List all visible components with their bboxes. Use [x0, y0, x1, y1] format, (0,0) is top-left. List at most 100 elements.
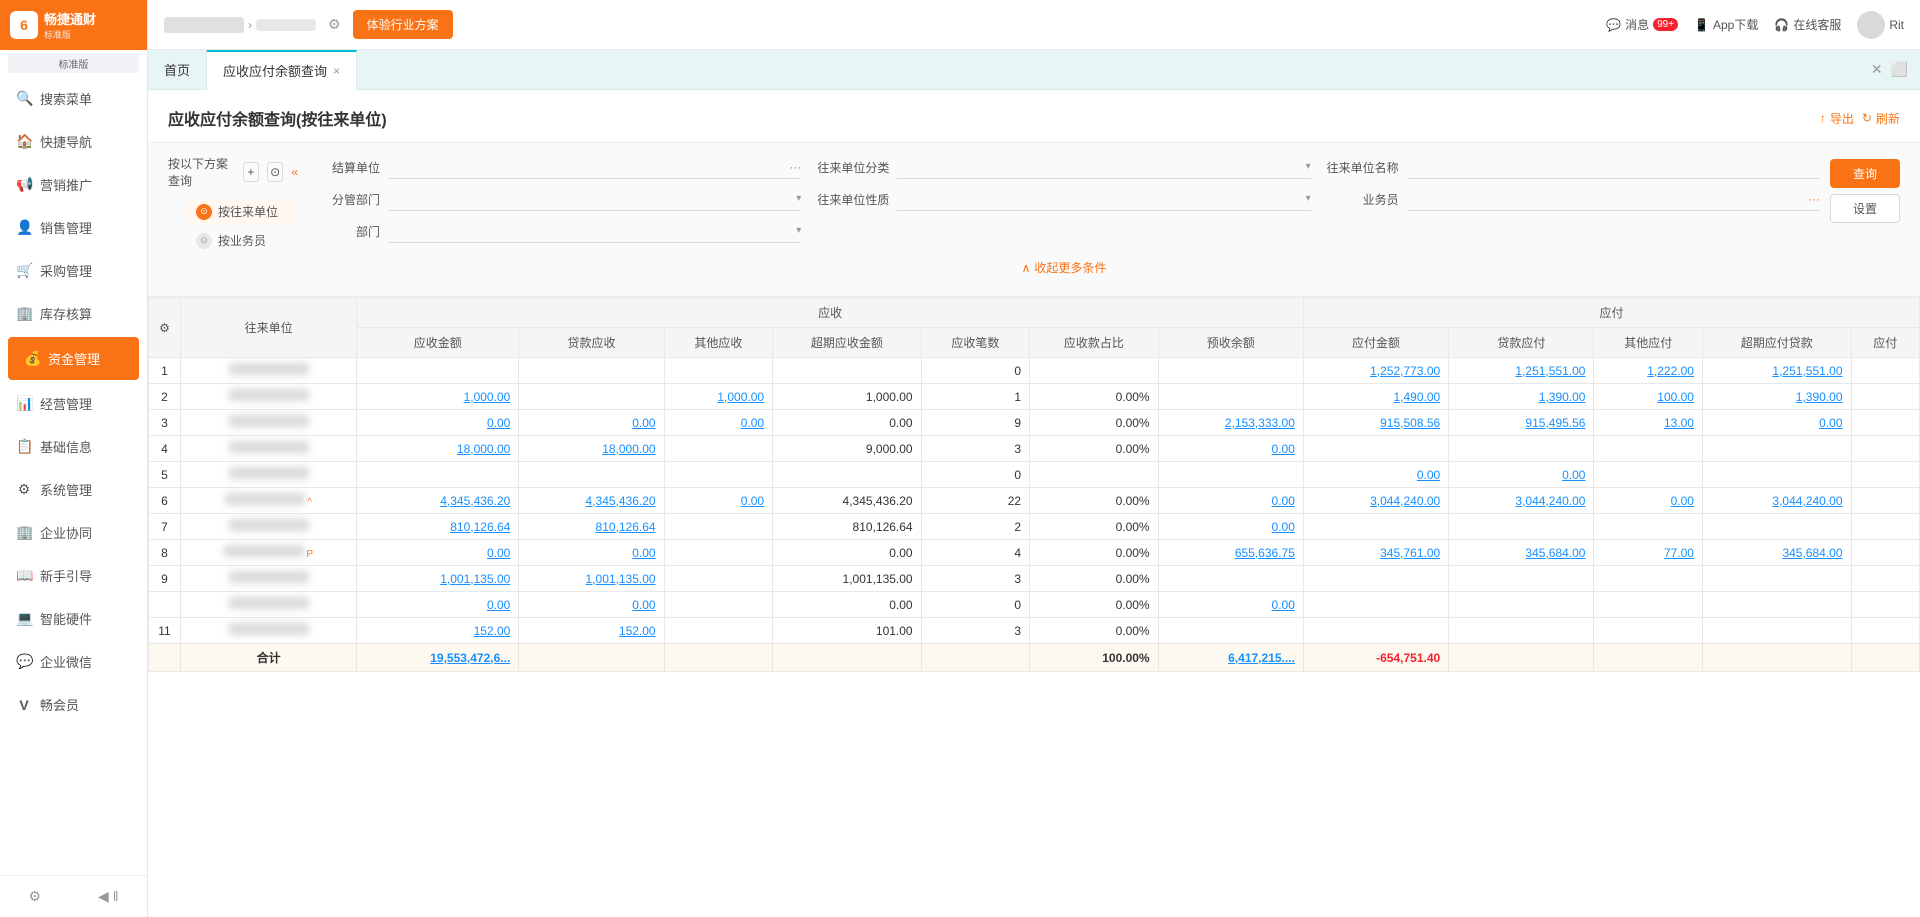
sidebar-item-finance[interactable]: 💰 资金管理 — [8, 337, 139, 380]
export-button[interactable]: ↑ 导出 — [1820, 110, 1854, 127]
sidebar-item-guide[interactable]: 📖 新手引导 — [0, 554, 147, 597]
sidebar-item-marketing[interactable]: 📢 营销推广 — [0, 163, 147, 206]
sidebar-item-system[interactable]: ⚙ 系统管理 — [0, 468, 147, 511]
row-other-rec[interactable]: 0.00 — [664, 488, 772, 514]
row-loan-pay[interactable]: 3,044,240.00 — [1449, 488, 1594, 514]
row-advance-bal[interactable]: 655,636.75 — [1158, 540, 1303, 566]
row-overdue-pay[interactable]: 345,684.00 — [1702, 540, 1851, 566]
row-pay-amount[interactable]: 915,508.56 — [1303, 410, 1448, 436]
row-other-rec — [664, 462, 772, 488]
row-other-rec[interactable]: 0.00 — [664, 410, 772, 436]
sidebar-item-quicknav[interactable]: 🏠 快捷导航 — [0, 120, 147, 163]
row-loan-rec[interactable]: 0.00 — [519, 410, 664, 436]
row-loan-rec[interactable]: 1,001,135.00 — [519, 566, 664, 592]
tab-home[interactable]: 首页 — [148, 50, 207, 90]
row-other-pay[interactable]: 77.00 — [1594, 540, 1702, 566]
messages-button[interactable]: 💬 消息 99+ — [1606, 16, 1678, 33]
row-other-pay[interactable]: 1,222.00 — [1594, 358, 1702, 384]
topbar: › ⚙ 体验行业方案 💬 消息 99+ 📱 App下载 🎧 在线客服 — [148, 0, 1920, 50]
row-loan-rec[interactable]: 152.00 — [519, 618, 664, 644]
sidebar-item-wechat[interactable]: 💬 企业微信 — [0, 640, 147, 683]
row-pay-amount[interactable]: 345,761.00 — [1303, 540, 1448, 566]
query-expand-button[interactable]: « — [291, 165, 298, 179]
sidebar-item-enterprise[interactable]: 🏢 企业协同 — [0, 511, 147, 554]
tab-maximize-icon[interactable]: ⬜ — [1891, 61, 1908, 78]
row-pay-amount[interactable]: 3,044,240.00 — [1303, 488, 1448, 514]
row-loan-rec[interactable]: 810,126.64 — [519, 514, 664, 540]
sidebar-item-operation[interactable]: 📊 经营管理 — [0, 382, 147, 425]
row-rec-amount[interactable]: 4,345,436.20 — [357, 488, 519, 514]
row-pay-amount[interactable]: 1,490.00 — [1303, 384, 1448, 410]
footer-rec-amount[interactable]: 19,553,472,6... — [357, 644, 519, 672]
row-overdue-pay[interactable]: 3,044,240.00 — [1702, 488, 1851, 514]
settlement-unit-dots[interactable]: ··· — [789, 160, 801, 174]
row-loan-pay[interactable]: 345,684.00 — [1449, 540, 1594, 566]
sidebar-item-member[interactable]: V 畅会员 — [0, 683, 147, 726]
partner-name-input[interactable] — [1407, 155, 1820, 179]
sidebar-item-sales[interactable]: 👤 销售管理 — [0, 206, 147, 249]
sidebar-settings-btn[interactable]: ⚙ — [20, 884, 49, 909]
row-advance-bal[interactable]: 2,153,333.00 — [1158, 410, 1303, 436]
row-advance-bal[interactable]: 0.00 — [1158, 436, 1303, 462]
query-view-button[interactable]: ⊙ — [267, 162, 283, 182]
row-overdue-pay[interactable]: 1,390.00 — [1702, 384, 1851, 410]
query-button[interactable]: 查询 — [1830, 159, 1900, 188]
sidebar-item-hardware[interactable]: 💻 智能硬件 — [0, 597, 147, 640]
partner-nature-input[interactable]: ▾ — [897, 187, 1310, 211]
row-advance-bal[interactable]: 0.00 — [1158, 514, 1303, 540]
query-nav-by-staff[interactable]: ⊙ 按业务员 — [188, 228, 298, 253]
row-rec-amount[interactable]: 0.00 — [357, 540, 519, 566]
dept-mgr-input[interactable]: ▾ — [388, 187, 801, 211]
tab-close-icon[interactable]: × — [333, 64, 340, 78]
row-other-rec[interactable]: 1,000.00 — [664, 384, 772, 410]
row-pay-amount[interactable]: 1,252,773.00 — [1303, 358, 1448, 384]
row-loan-rec[interactable]: 0.00 — [519, 540, 664, 566]
row-other-pay[interactable]: 13.00 — [1594, 410, 1702, 436]
row-loan-pay[interactable]: 915,495.56 — [1449, 410, 1594, 436]
row-loan-rec[interactable]: 18,000.00 — [519, 436, 664, 462]
th-settings[interactable]: ⚙ — [149, 298, 181, 358]
row-rec-amount[interactable]: 1,001,135.00 — [357, 566, 519, 592]
topbar-settings-icon[interactable]: ⚙ — [328, 16, 341, 33]
row-overdue-pay[interactable]: 1,251,551.00 — [1702, 358, 1851, 384]
dept-input[interactable]: ▾ — [388, 219, 801, 243]
query-add-button[interactable]: + — [243, 162, 259, 182]
refresh-button[interactable]: ↻ 刷新 — [1862, 110, 1900, 127]
sidebar-collapse-btn[interactable]: ◀ ‖ — [90, 884, 126, 909]
solution-button[interactable]: 体验行业方案 — [353, 10, 453, 39]
row-other-pay[interactable]: 0.00 — [1594, 488, 1702, 514]
row-rec-amount[interactable]: 0.00 — [357, 592, 519, 618]
sidebar-item-inventory[interactable]: 🏢 库存核算 — [0, 292, 147, 335]
partner-category-input[interactable]: ▾ — [897, 155, 1310, 179]
row-other-pay[interactable]: 100.00 — [1594, 384, 1702, 410]
query-nav-by-unit[interactable]: ⊙ 按往来单位 — [188, 199, 298, 224]
row-advance-bal[interactable]: 0.00 — [1158, 488, 1303, 514]
staff-dots[interactable]: ··· — [1808, 192, 1820, 206]
row-advance-bal[interactable]: 0.00 — [1158, 592, 1303, 618]
row-loan-rec[interactable]: 0.00 — [519, 592, 664, 618]
sidebar-item-purchase[interactable]: 🛒 采购管理 — [0, 249, 147, 292]
row-rec-amount[interactable]: 18,000.00 — [357, 436, 519, 462]
row-rec-amount[interactable]: 152.00 — [357, 618, 519, 644]
row-overdue-pay[interactable]: 0.00 — [1702, 410, 1851, 436]
row-loan-pay[interactable]: 0.00 — [1449, 462, 1594, 488]
tab-close-window-icon[interactable]: ✕ — [1871, 61, 1883, 78]
settings-button[interactable]: 设置 — [1830, 194, 1900, 223]
row-loan-pay[interactable]: 1,390.00 — [1449, 384, 1594, 410]
user-avatar-area[interactable]: Rit — [1857, 11, 1904, 39]
row-loan-rec[interactable]: 4,345,436.20 — [519, 488, 664, 514]
row-rec-amount[interactable]: 1,000.00 — [357, 384, 519, 410]
row-pay-amount[interactable]: 0.00 — [1303, 462, 1448, 488]
footer-advance-bal[interactable]: 6,417,215.... — [1158, 644, 1303, 672]
online-service-button[interactable]: 🎧 在线客服 — [1774, 16, 1841, 33]
row-loan-pay[interactable]: 1,251,551.00 — [1449, 358, 1594, 384]
sidebar-item-search[interactable]: 🔍 搜索菜单 — [0, 77, 147, 120]
row-rec-amount[interactable]: 810,126.64 — [357, 514, 519, 540]
tab-receivable-query[interactable]: 应收应付余额查询 × — [207, 50, 357, 90]
staff-input[interactable]: ··· — [1407, 187, 1820, 211]
collapse-button[interactable]: ∧ 收起更多条件 — [1022, 259, 1107, 276]
sidebar-item-basicinfo[interactable]: 📋 基础信息 — [0, 425, 147, 468]
row-rec-amount[interactable]: 0.00 — [357, 410, 519, 436]
settlement-unit-input[interactable]: ··· — [388, 155, 801, 179]
app-download-button[interactable]: 📱 App下载 — [1694, 16, 1758, 33]
